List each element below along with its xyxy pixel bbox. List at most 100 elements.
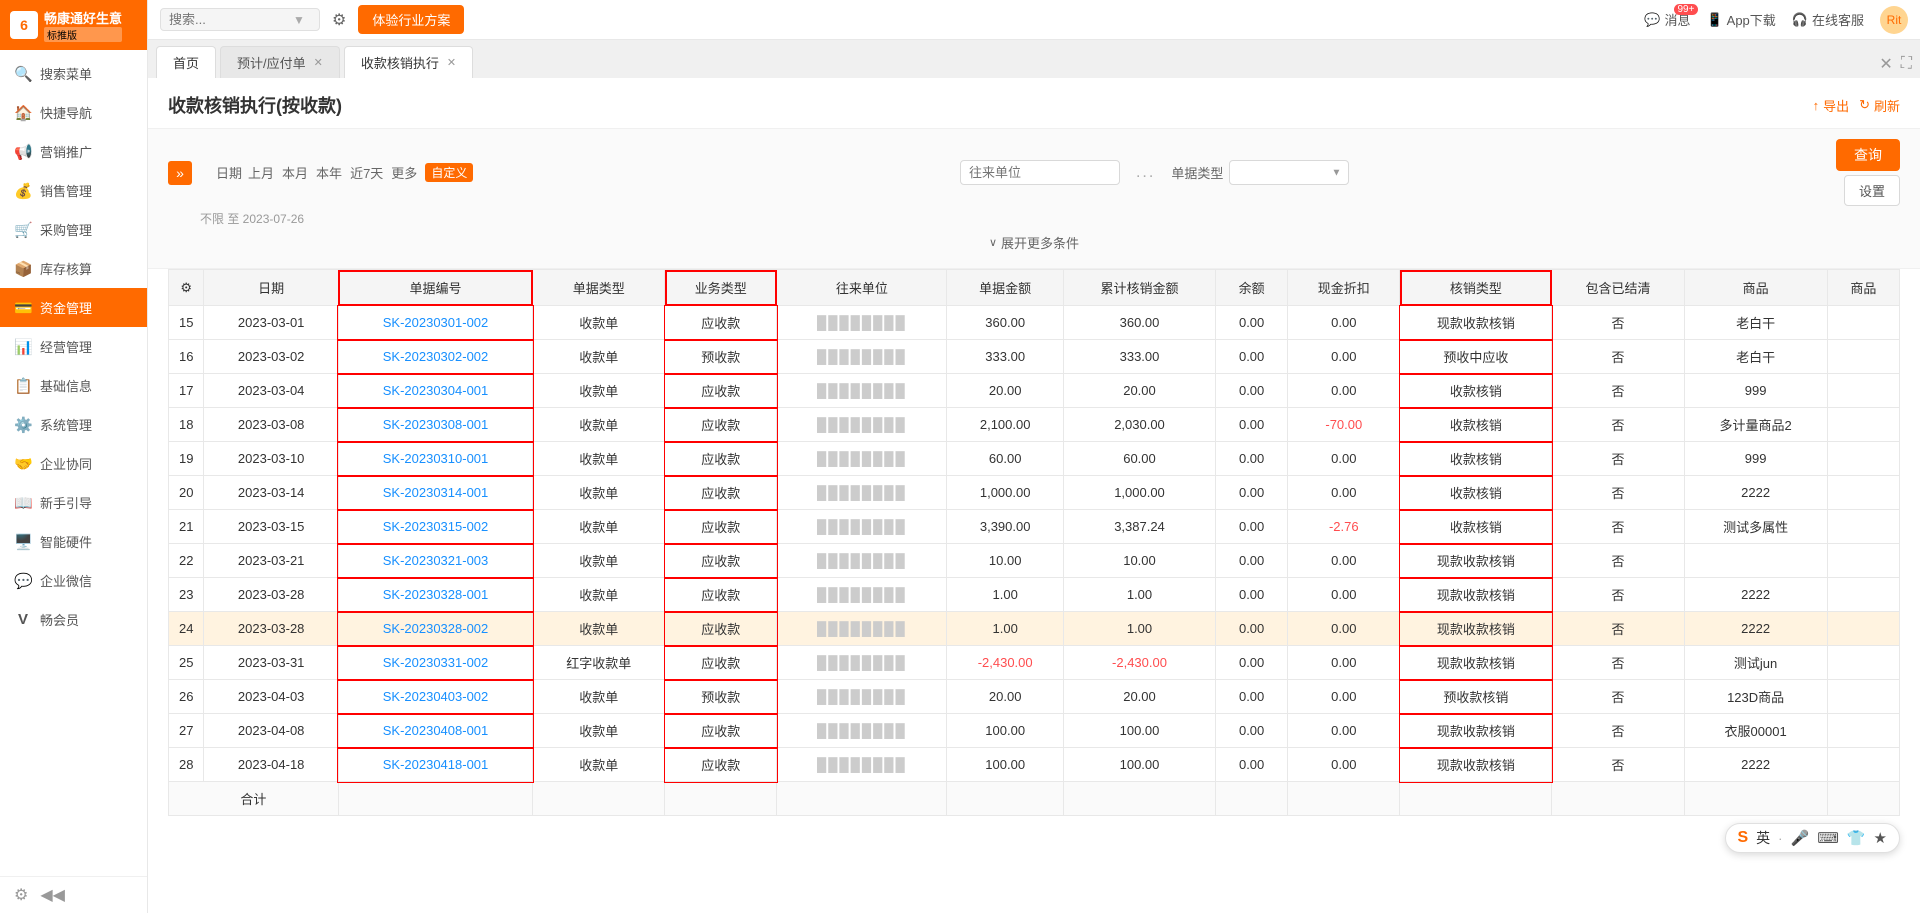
filter-bill-type-select[interactable] <box>1229 160 1349 185</box>
ime-logo: S <box>1738 829 1749 847</box>
filter-setting-button[interactable]: 设置 <box>1844 175 1900 206</box>
topbar-gear-icon[interactable]: ⚙ <box>332 10 346 30</box>
topbar-avatar[interactable]: Rit <box>1880 6 1908 34</box>
td-balance: 0.00 <box>1216 680 1288 714</box>
td-bill-no[interactable]: SK-20230304-001 <box>338 374 532 408</box>
ime-star-icon[interactable]: ★ <box>1874 829 1887 847</box>
ime-keyboard-icon[interactable]: ⌨ <box>1817 829 1839 847</box>
refresh-button[interactable]: ↻ 刷新 <box>1859 96 1900 115</box>
td-bill-no[interactable]: SK-20230328-001 <box>338 578 532 612</box>
td-bill-no[interactable]: SK-20230314-001 <box>338 476 532 510</box>
collapse-icon[interactable]: ◀◀ <box>40 885 65 905</box>
filter-last-month[interactable]: 上月 <box>248 163 274 182</box>
td-discount: 0.00 <box>1288 374 1400 408</box>
sidebar-item-quicknav[interactable]: 🏠 快捷导航 <box>0 93 147 132</box>
table-row: 182023-03-08SK-20230308-001收款单应收款███████… <box>169 408 1900 442</box>
filter-custom-date-button[interactable]: 自定义 <box>425 163 473 182</box>
sidebar-item-label: 经营管理 <box>40 337 92 356</box>
td-bill-no[interactable]: SK-20230315-002 <box>338 510 532 544</box>
footer-bill-no <box>338 782 532 816</box>
td-verified: 1.00 <box>1063 612 1215 646</box>
td-goods: 测试jun <box>1684 646 1827 680</box>
td-bill-no[interactable]: SK-20230321-003 <box>338 544 532 578</box>
sidebar-item-basicinfo[interactable]: 📋 基础信息 <box>0 366 147 405</box>
filter-partner-input[interactable] <box>960 160 1120 185</box>
tab-payable-close[interactable]: ✕ <box>314 56 323 69</box>
sidebar-item-management[interactable]: 📊 经营管理 <box>0 327 147 366</box>
td-date: 2023-04-03 <box>204 680 338 714</box>
sidebar-item-member[interactable]: V 畅会员 <box>0 600 147 639</box>
td-verified: 360.00 <box>1063 306 1215 340</box>
td-bill-no[interactable]: SK-20230308-001 <box>338 408 532 442</box>
tab-verify[interactable]: 收款核销执行 ✕ <box>344 46 473 78</box>
sidebar-item-purchase[interactable]: 🛒 采购管理 <box>0 210 147 249</box>
td-verify-type: 收款核销 <box>1400 408 1552 442</box>
sidebar-item-marketing[interactable]: 📢 营销推广 <box>0 132 147 171</box>
sidebar-item-wechat[interactable]: 💬 企业微信 <box>0 561 147 600</box>
topbar-app-download[interactable]: 📱 App下载 <box>1706 10 1775 29</box>
td-bill-no[interactable]: SK-20230418-001 <box>338 748 532 782</box>
filter-toggle-button[interactable]: » <box>168 161 192 185</box>
tab-expand-action[interactable]: ⛶ <box>1901 55 1912 73</box>
tab-home[interactable]: 首页 <box>156 46 216 78</box>
td-amount: 60.00 <box>947 442 1064 476</box>
filter-expand-row[interactable]: ∨ 展开更多条件 <box>168 227 1900 258</box>
td-verify-type: 现款收款核销 <box>1400 612 1552 646</box>
sidebar-item-hardware[interactable]: 🖥️ 智能硬件 <box>0 522 147 561</box>
ime-mic-icon[interactable]: 🎤 <box>1791 829 1810 847</box>
td-discount: -70.00 <box>1288 408 1400 442</box>
td-bill-no[interactable]: SK-20230403-002 <box>338 680 532 714</box>
td-bill-no[interactable]: SK-20230328-002 <box>338 612 532 646</box>
sidebar-item-system[interactable]: ⚙️ 系统管理 <box>0 405 147 444</box>
topbar-chevron-icon: ▼ <box>293 13 305 27</box>
topbar-search-input[interactable] <box>169 12 289 27</box>
td-goods2 <box>1827 476 1899 510</box>
filter-more-date[interactable]: 更多 <box>391 163 417 182</box>
sidebar-item-search[interactable]: 🔍 搜索菜单 <box>0 54 147 93</box>
td-verify-type: 现款收款核销 <box>1400 306 1552 340</box>
sidebar-item-inventory[interactable]: 📦 库存核算 <box>0 249 147 288</box>
th-discount: 现金折扣 <box>1288 270 1400 306</box>
topbar-online-service[interactable]: 🎧 在线客服 <box>1792 10 1864 29</box>
filter-this-year[interactable]: 本年 <box>316 163 342 182</box>
filter-query-button[interactable]: 查询 <box>1836 139 1900 171</box>
td-bill-no[interactable]: SK-20230408-001 <box>338 714 532 748</box>
sidebar-item-enterprise[interactable]: 🤝 企业协同 <box>0 444 147 483</box>
filter-7days[interactable]: 近7天 <box>350 163 383 182</box>
td-balance: 0.00 <box>1216 544 1288 578</box>
export-button[interactable]: ↑ 导出 <box>1813 96 1850 115</box>
sidebar-item-finance[interactable]: 💳 资金管理 <box>0 288 147 327</box>
td-verify-type: 预收款核销 <box>1400 680 1552 714</box>
page-title: 收款核销执行(按收款) <box>168 92 342 118</box>
td-bill-type: 收款单 <box>533 612 665 646</box>
filter-date-range-wrap: 不限 至 2023-07-26 <box>200 210 1900 227</box>
table-row: 152023-03-01SK-20230301-002收款单应收款███████… <box>169 306 1900 340</box>
td-verified: 60.00 <box>1063 442 1215 476</box>
td-bill-no[interactable]: SK-20230301-002 <box>338 306 532 340</box>
th-date: 日期 <box>204 270 338 306</box>
filter-this-month[interactable]: 本月 <box>282 163 308 182</box>
td-discount: 0.00 <box>1288 578 1400 612</box>
topbar-message[interactable]: 💬 消息 99+ <box>1644 10 1690 29</box>
expand-label: 展开更多条件 <box>1001 233 1079 252</box>
tab-close-action[interactable]: ✕ <box>1879 54 1892 74</box>
th-gear[interactable]: ⚙ <box>169 270 204 306</box>
settings-icon[interactable]: ⚙ <box>14 885 28 905</box>
th-verify-type: 核销类型 <box>1400 270 1552 306</box>
table-header-row: ⚙ 日期 单据编号 单据类型 业务类型 往来单位 单据金额 累计核销金额 余额 … <box>169 270 1900 306</box>
sidebar-item-label: 企业微信 <box>40 571 92 590</box>
td-bill-no[interactable]: SK-20230331-002 <box>338 646 532 680</box>
tab-verify-close[interactable]: ✕ <box>447 56 456 69</box>
td-no: 23 <box>169 578 204 612</box>
system-icon: ⚙️ <box>14 416 32 434</box>
sidebar-item-sales[interactable]: 💰 销售管理 <box>0 171 147 210</box>
sidebar-item-guide[interactable]: 📖 新手引导 <box>0 483 147 522</box>
td-included: 否 <box>1552 544 1684 578</box>
td-bill-no[interactable]: SK-20230310-001 <box>338 442 532 476</box>
td-verify-type: 收款核销 <box>1400 442 1552 476</box>
hardware-icon: 🖥️ <box>14 533 32 551</box>
td-bill-no[interactable]: SK-20230302-002 <box>338 340 532 374</box>
tab-payable[interactable]: 预计/应付单 ✕ <box>220 46 340 78</box>
ime-shirt-icon[interactable]: 👕 <box>1847 829 1866 847</box>
solution-button[interactable]: 体验行业方案 <box>358 5 464 34</box>
